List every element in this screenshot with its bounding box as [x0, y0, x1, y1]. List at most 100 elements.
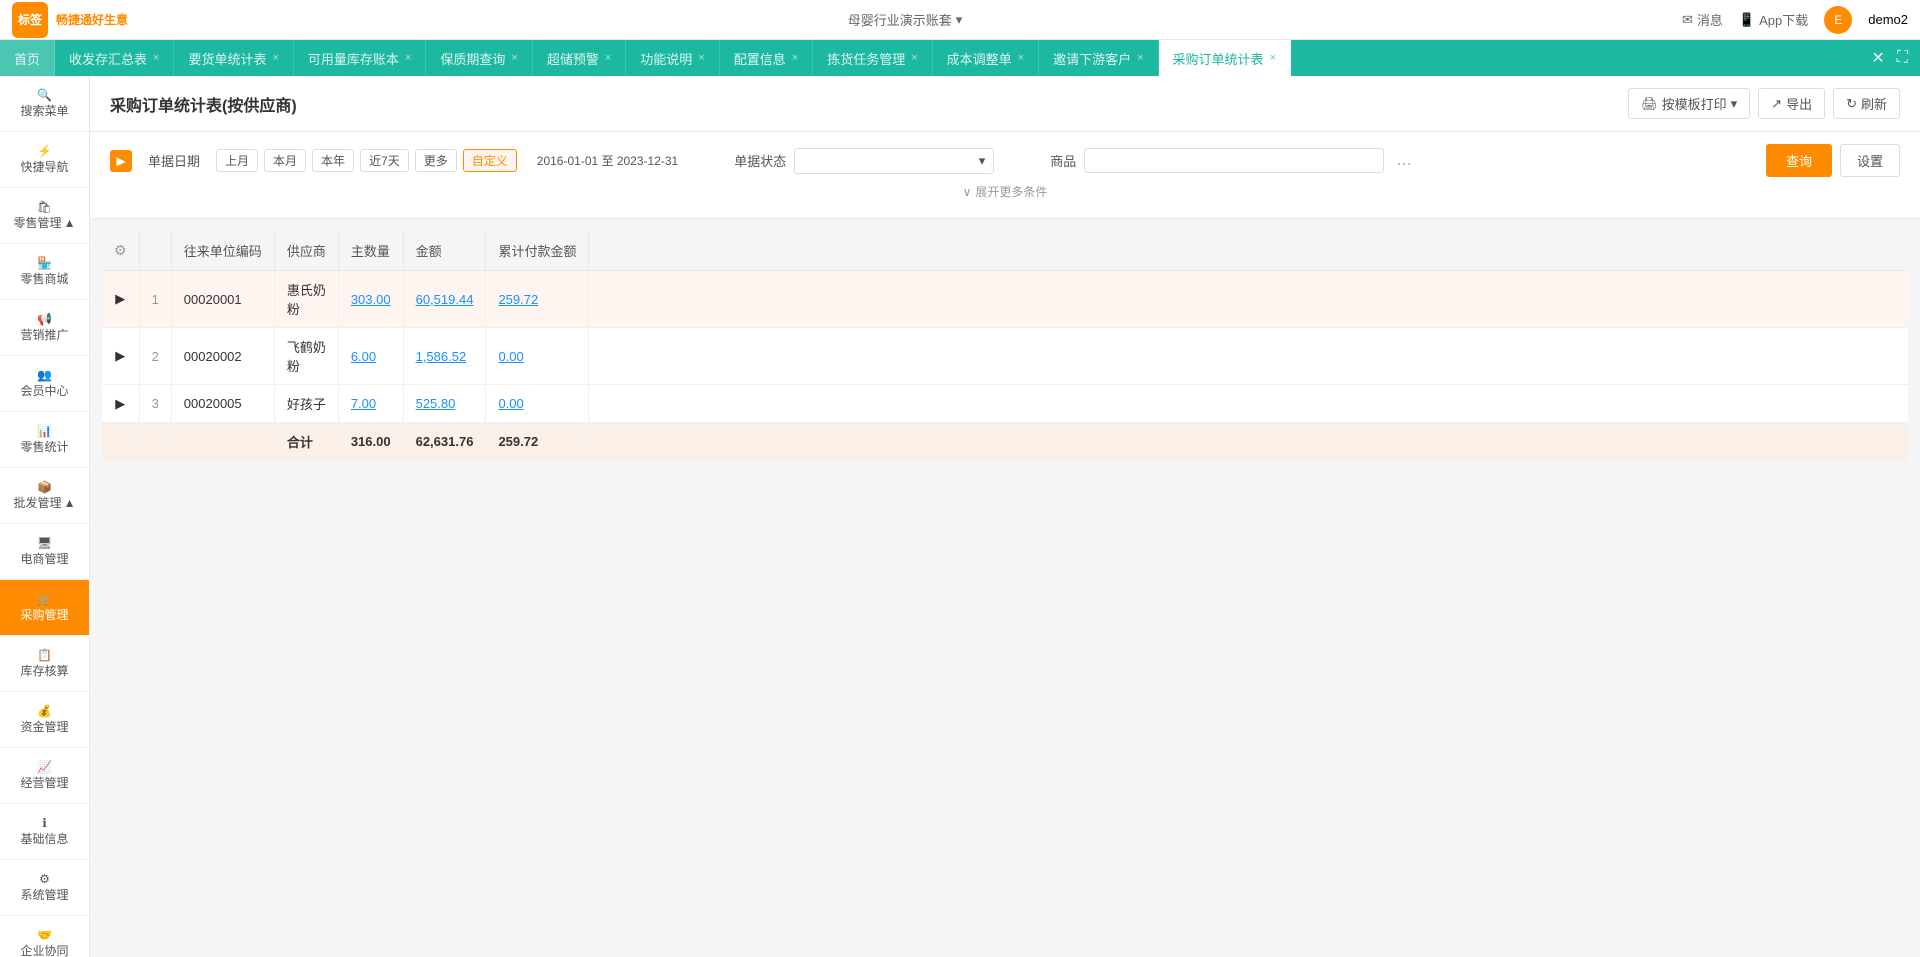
sidebar-item-system[interactable]: ⚙ 系统管理	[0, 860, 89, 916]
tab-baozhi[interactable]: 保质期查询 ×	[426, 40, 532, 76]
setting-button[interactable]: 设置	[1840, 144, 1900, 177]
shortcut-more[interactable]: 更多	[415, 149, 457, 172]
row-expand[interactable]: ▶	[102, 328, 139, 385]
gear-icon[interactable]: ⚙	[114, 242, 127, 258]
sidebar-label-retail-manage: 零售管理	[14, 214, 62, 231]
filter-toggle-btn[interactable]: ▶	[110, 150, 132, 172]
sidebar-item-inventory[interactable]: 📋 库存核算	[0, 636, 89, 692]
row-num: 2	[139, 328, 171, 385]
refresh-label: 刷新	[1861, 94, 1887, 113]
close-icon[interactable]: ×	[511, 52, 517, 64]
chevron-down-icon: ▾	[956, 12, 963, 28]
row-paid[interactable]: 0.00	[486, 385, 589, 423]
date-shortcuts: 上月 本月 本年 近7天 更多 自定义	[216, 149, 517, 172]
tab-home[interactable]: 首页	[0, 40, 55, 76]
status-select[interactable]: ▾	[794, 148, 994, 174]
sidebar-item-enterprise[interactable]: 🤝 企业协同	[0, 916, 89, 957]
nav-close-btn[interactable]: ✕	[1867, 48, 1888, 68]
nav-expand-btn[interactable]: ⛶	[1893, 49, 1912, 67]
row-qty[interactable]: 7.00	[338, 385, 403, 423]
close-icon[interactable]: ×	[1018, 52, 1024, 64]
status-label: 单据状态	[734, 151, 786, 170]
shortcut-custom[interactable]: 自定义	[463, 149, 517, 172]
row-amount[interactable]: 525.80	[403, 385, 486, 423]
close-icon[interactable]: ×	[1137, 52, 1143, 64]
row-paid[interactable]: 259.72	[486, 271, 589, 328]
purchase-icon: 🛒	[0, 592, 89, 606]
amount-link: 525.80	[416, 396, 456, 411]
data-table: ⚙ 往来单位编码 供应商 主数量 金额 累计付款金额 ▶	[102, 231, 1908, 461]
close-icon[interactable]: ×	[272, 52, 278, 64]
row-qty[interactable]: 303.00	[338, 271, 403, 328]
close-icon[interactable]: ×	[792, 52, 798, 64]
shortcut-7days[interactable]: 近7天	[360, 149, 409, 172]
sidebar-item-basic-info[interactable]: ℹ 基础信息	[0, 804, 89, 860]
company-selector[interactable]: 母婴行业演示账套 ▾	[848, 10, 963, 29]
paid-link: 0.00	[498, 349, 523, 364]
message-btn[interactable]: ✉ 消息	[1682, 10, 1723, 29]
sidebar-item-wholesale[interactable]: 📦 批发管理 ▲	[0, 468, 89, 524]
close-icon[interactable]: ×	[153, 52, 159, 64]
goods-input[interactable]	[1084, 148, 1384, 173]
nav-tabs: 首页 收发存汇总表 × 要货单统计表 × 可用量库存账本 × 保质期查询 × 超…	[0, 40, 1920, 76]
row-expand[interactable]: ▶	[102, 271, 139, 328]
chevron-icon: ▲	[64, 496, 76, 510]
close-icon[interactable]: ×	[698, 52, 704, 64]
tab-chaochuyujing[interactable]: 超储预警 ×	[533, 40, 626, 76]
row-amount[interactable]: 60,519.44	[403, 271, 486, 328]
filter-row: ▶ 单据日期 上月 本月 本年 近7天 更多 自定义 2016-01-01 至 …	[110, 144, 1900, 177]
ecommerce-icon: 🖥	[0, 536, 89, 550]
col-code: 往来单位编码	[171, 231, 274, 271]
tab-gongneng[interactable]: 功能说明 ×	[626, 40, 719, 76]
amount-link: 60,519.44	[416, 292, 474, 307]
tab-peizhi[interactable]: 配置信息 ×	[720, 40, 813, 76]
close-icon[interactable]: ×	[1270, 52, 1276, 64]
export-btn[interactable]: ↗ 导出	[1758, 88, 1825, 119]
sidebar-item-operation[interactable]: 📈 经营管理	[0, 748, 89, 804]
close-icon[interactable]: ×	[605, 52, 611, 64]
tab-chengben[interactable]: 成本调整单 ×	[933, 40, 1039, 76]
sidebar-item-member[interactable]: 👥 会员中心	[0, 356, 89, 412]
sidebar-item-shortcut[interactable]: ⚡ 快捷导航	[0, 132, 89, 188]
sidebar-item-retail-stat[interactable]: 📊 零售统计	[0, 412, 89, 468]
logo-text: 畅捷通好生意	[56, 11, 128, 28]
expand-label: 展开更多条件	[975, 183, 1047, 200]
goods-filter: 商品 …	[1050, 148, 1412, 173]
row-amount[interactable]: 1,586.52	[403, 328, 486, 385]
marketing-icon: 📢	[0, 312, 89, 326]
row-paid[interactable]: 0.00	[486, 328, 589, 385]
row-qty[interactable]: 6.00	[338, 328, 403, 385]
row-code: 00020001	[171, 271, 274, 328]
tab-yaohuo[interactable]: 要货单统计表 ×	[174, 40, 293, 76]
shortcut-last-month[interactable]: 上月	[216, 149, 258, 172]
print-template-btn[interactable]: 🖨 按模板打印 ▾	[1628, 88, 1750, 119]
tab-caigou-active[interactable]: 采购订单统计表 ×	[1159, 40, 1291, 76]
sidebar-item-retail-shop[interactable]: 🏪 零售商城	[0, 244, 89, 300]
sidebar-item-marketing[interactable]: 📢 营销推广	[0, 300, 89, 356]
expand-bar[interactable]: ∨ 展开更多条件	[110, 177, 1900, 206]
tab-keyongliang[interactable]: 可用量库存账本 ×	[294, 40, 426, 76]
search-button[interactable]: 查询	[1766, 144, 1832, 177]
tab-yaoqing[interactable]: 邀请下游客户 ×	[1039, 40, 1158, 76]
row-expand[interactable]: ▶	[102, 385, 139, 423]
refresh-btn[interactable]: ↻ 刷新	[1833, 88, 1900, 119]
close-icon[interactable]: ×	[911, 52, 917, 64]
sidebar-item-ecommerce[interactable]: 🖥 电商管理	[0, 524, 89, 580]
sidebar-item-retail-manage[interactable]: 🛍 零售管理 ▲	[0, 188, 89, 244]
sidebar-item-purchase[interactable]: 🛒 采购管理	[0, 580, 89, 636]
tab-shoufacun[interactable]: 收发存汇总表 ×	[55, 40, 174, 76]
tab-jianhuo[interactable]: 拣货任务管理 ×	[813, 40, 932, 76]
shortcut-this-year[interactable]: 本年	[312, 149, 354, 172]
sidebar-item-finance[interactable]: 💰 资金管理	[0, 692, 89, 748]
basic-info-icon: ℹ	[0, 816, 89, 830]
sidebar-item-search[interactable]: 🔍 搜索菜单	[0, 76, 89, 132]
date-label: 单据日期	[148, 151, 200, 170]
close-icon[interactable]: ×	[405, 52, 411, 64]
app-download-btn[interactable]: 📱 App下载	[1739, 10, 1808, 29]
shortcut-this-month[interactable]: 本月	[264, 149, 306, 172]
footer-empty3	[171, 423, 274, 461]
row-extra	[589, 328, 1908, 385]
footer-extra	[589, 423, 1908, 461]
avatar[interactable]: E	[1824, 6, 1852, 34]
goods-more-icon[interactable]: …	[1396, 152, 1412, 170]
